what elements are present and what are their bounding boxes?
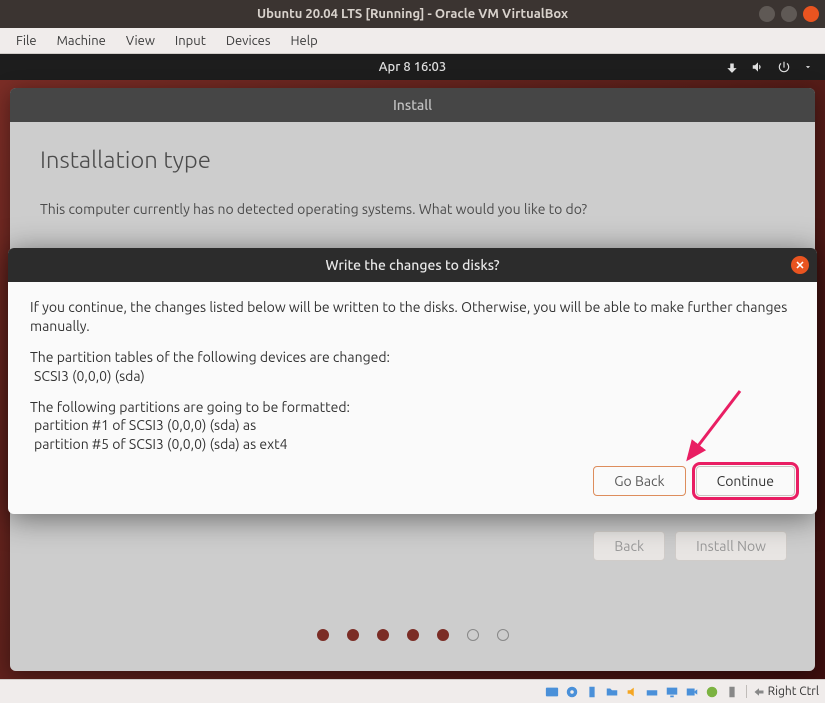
confirm-tables-device: SCSI3 (0,0,0) (sda) [34,368,145,384]
confirm-title: Write the changes to disks? [325,257,499,273]
network-adapter-icon[interactable] [644,684,660,700]
progress-dot [407,629,419,641]
progress-dot [317,629,329,641]
volume-icon[interactable] [751,60,765,74]
power-icon[interactable] [777,60,791,74]
usb-icon[interactable] [584,684,600,700]
progress-dot [497,629,509,641]
confirm-format-line1: partition #1 of SCSI3 (0,0,0) (sda) as [34,417,256,433]
network-icon[interactable] [725,60,739,74]
progress-dot [377,629,389,641]
recording-icon[interactable] [684,684,700,700]
install-now-button[interactable]: Install Now [675,531,787,561]
chevron-down-icon[interactable] [803,60,813,74]
vm-display: Apr 8 16:03 Install Installation type Th… [0,54,825,679]
installer-subtext: This computer currently has no detected … [40,201,785,217]
maximize-icon[interactable] [781,6,797,22]
menu-machine[interactable]: Machine [49,32,114,50]
shared-folder-icon[interactable] [604,684,620,700]
installer-titlebar: Install [10,88,815,122]
progress-dot [347,629,359,641]
confirm-buttons: Go Back Continue [30,466,795,496]
back-button[interactable]: Back [593,531,665,561]
host-menubar: File Machine View Input Devices Help [0,28,825,54]
mouse-integration-icon[interactable] [724,684,740,700]
host-key-label: Right Ctrl [768,685,819,698]
guest-indicators[interactable] [725,60,813,74]
confirm-titlebar: Write the changes to disks? ✕ [8,248,817,282]
confirm-body: If you continue, the changes listed belo… [8,282,817,514]
installer-window-title: Install [393,97,432,113]
optical-disk-icon[interactable] [564,684,580,700]
installer-bottom-nav: Back Install Now [593,531,787,561]
menu-help[interactable]: Help [283,32,326,50]
menu-file[interactable]: File [8,32,45,50]
audio-icon[interactable] [624,684,640,700]
confirm-format-line2: partition #5 of SCSI3 (0,0,0) (sda) as e… [34,436,288,452]
progress-dot [437,629,449,641]
confirm-format-heading: The following partitions are going to be… [30,399,350,415]
hard-disk-icon[interactable] [544,684,560,700]
page-title: Installation type [40,146,785,173]
keyboard-icon [753,686,765,698]
vm-state-icon[interactable] [704,684,720,700]
menu-input[interactable]: Input [167,32,214,50]
close-icon[interactable]: ✕ [791,256,809,274]
host-key-indicator[interactable]: Right Ctrl [746,685,819,698]
progress-dot [467,629,479,641]
menu-devices[interactable]: Devices [218,32,279,50]
continue-button[interactable]: Continue [696,466,795,496]
confirm-dialog: Write the changes to disks? ✕ If you con… [8,248,817,514]
host-window-title: Ubuntu 20.04 LTS [Running] - Oracle VM V… [257,7,568,21]
confirm-intro: If you continue, the changes listed belo… [30,298,795,336]
host-window-controls [759,6,819,22]
host-statusbar: Right Ctrl [0,679,825,703]
go-back-button[interactable]: Go Back [593,466,685,496]
close-icon[interactable] [803,6,819,22]
guest-datetime[interactable]: Apr 8 16:03 [379,60,446,74]
confirm-tables-heading: The partition tables of the following de… [30,349,390,365]
menu-view[interactable]: View [118,32,163,50]
display-icon[interactable] [664,684,680,700]
guest-topbar: Apr 8 16:03 [0,54,825,80]
minimize-icon[interactable] [759,6,775,22]
guest-desktop: Install Installation type This computer … [0,80,825,679]
host-titlebar: Ubuntu 20.04 LTS [Running] - Oracle VM V… [0,0,825,28]
progress-indicator [317,629,509,641]
